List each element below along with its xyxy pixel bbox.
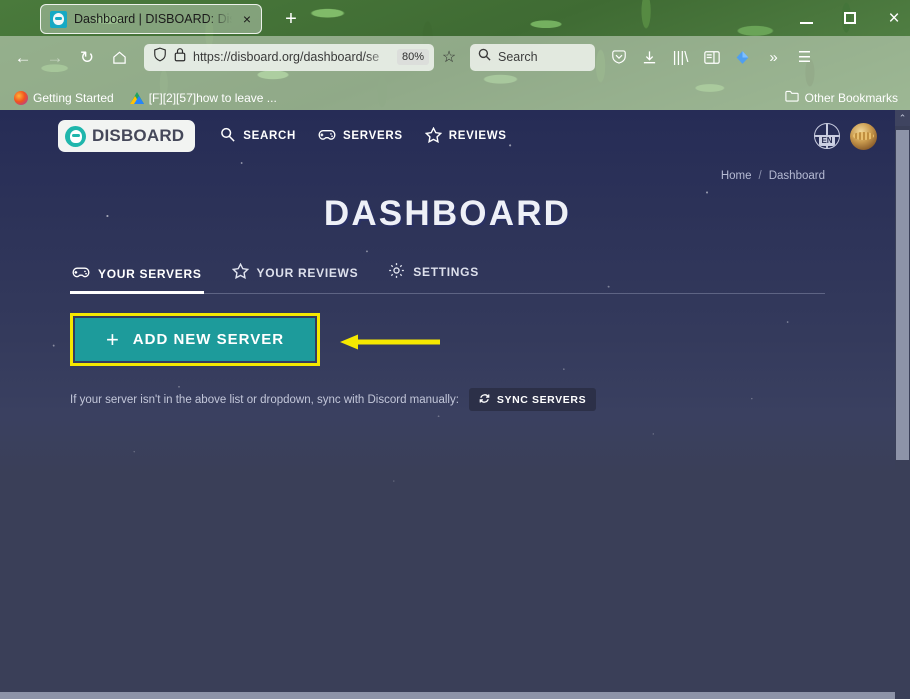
yellow-highlight-box: + ADD NEW SERVER [70,313,320,366]
nav-label: REVIEWS [448,130,507,142]
refresh-icon [479,393,490,406]
add-new-server-label: ADD NEW SERVER [132,331,285,348]
language-code: EN [819,135,835,146]
nav-link-servers[interactable]: SERVERS [309,122,412,151]
sidebar-icon[interactable] [698,44,725,71]
account-icon[interactable] [729,44,756,71]
folder-icon [784,90,799,105]
sync-note-text: If your server isn't in the above list o… [70,393,459,406]
browser-chrome: Dashboard | DISBOARD: Discor × + × ← → ↻ [0,0,910,110]
breadcrumb-separator: / [758,170,762,182]
tab-title: Dashboard | DISBOARD: Discor [74,12,232,26]
sync-servers-button[interactable]: SYNC SERVERS [468,388,597,411]
tab-your-reviews[interactable]: YOUR REVIEWS [230,259,361,294]
close-icon[interactable]: × [239,11,255,27]
browser-tab[interactable]: Dashboard | DISBOARD: Discor × [40,4,262,34]
forward-icon[interactable]: → [40,42,70,72]
page-title: DASHBOARD [323,194,572,233]
tab-settings[interactable]: SETTINGS [386,258,481,294]
page-viewport: DISBOARD SEARCH SERVERS REVIEWS EN Home … [0,110,910,699]
scrollbar-track[interactable] [895,126,910,699]
header-right-controls: EN [814,122,877,150]
add-new-server-button[interactable]: + ADD NEW SERVER [75,318,315,361]
bookmark-label: [F][2][57]how to leave ... [148,90,277,105]
breadcrumb-home[interactable]: Home [721,170,752,182]
bookmarks-bar: Getting Started [F][2][57]how to leave .… [0,85,910,110]
navigation-toolbar: ← → ↻ https://disboard.org/dashboard/se … [0,38,910,76]
url-text: https://disboard.org/dashboard/se [193,50,380,64]
sync-servers-row: If your server isn't in the above list o… [70,388,825,411]
yellow-arrow-pointing-left [340,331,440,353]
new-tab-button[interactable]: + [280,8,302,30]
tab-strip: Dashboard | DISBOARD: Discor × + [0,0,910,36]
search-bar[interactable]: Search [470,43,595,71]
magnifier-icon [220,127,236,146]
gear-icon [388,262,405,282]
star-icon [424,126,442,146]
home-icon[interactable] [104,42,134,72]
gamepad-icon [318,128,336,145]
tab-label: SETTINGS [413,265,479,279]
zoom-level-badge[interactable]: 80% [396,49,429,65]
breadcrumb-current: Dashboard [768,170,825,182]
back-icon[interactable]: ← [8,42,38,72]
dashboard-content: YOUR SERVERS YOUR REVIEWS SETTINGS + ADD… [0,258,895,411]
breadcrumb: Home / Dashboard [0,162,895,182]
site-main-nav: SEARCH SERVERS REVIEWS [211,121,515,152]
nav-link-search[interactable]: SEARCH [211,121,305,152]
disboard-dashboard-page: DISBOARD SEARCH SERVERS REVIEWS EN Home … [0,110,895,699]
bookmark-label: Getting Started [33,90,114,105]
tab-label: YOUR REVIEWS [256,265,359,280]
scrollbar-thumb[interactable] [896,130,909,460]
bookmark-star-icon[interactable]: ☆ [436,44,462,70]
tracking-protection-shield-icon[interactable] [153,47,167,67]
logo-text: DISBOARD [92,126,185,145]
horizontal-scrollbar[interactable] [0,692,895,699]
other-bookmarks-label: Other Bookmarks [804,90,898,105]
window-controls: × [796,8,904,28]
padlock-icon[interactable] [174,47,186,67]
scroll-up-arrow-icon[interactable]: ⌃ [895,110,910,126]
close-window-icon[interactable]: × [884,8,904,28]
minimize-icon[interactable] [796,8,816,28]
sync-servers-label: SYNC SERVERS [496,393,587,406]
nav-link-reviews[interactable]: REVIEWS [416,121,516,152]
user-avatar[interactable] [850,122,877,150]
gamepad-icon [72,266,90,282]
search-placeholder: Search [498,50,538,64]
tab-label: YOUR SERVERS [98,267,202,281]
pocket-icon[interactable] [605,44,632,71]
library-icon[interactable]: |||\ [667,44,694,71]
overflow-icon[interactable]: » [760,44,787,71]
nav-label: SEARCH [243,130,297,142]
address-bar[interactable]: https://disboard.org/dashboard/se 80% [144,43,434,71]
maximize-icon[interactable] [840,8,860,28]
google-drive-icon [129,91,144,104]
vertical-scrollbar[interactable]: ⌃ [895,110,910,699]
disboard-logo[interactable]: DISBOARD [58,120,196,152]
search-icon [478,48,491,66]
other-bookmarks-button[interactable]: Other Bookmarks [784,90,902,105]
add-server-row: + ADD NEW SERVER [70,313,825,366]
tab-your-servers[interactable]: YOUR SERVERS [70,262,204,294]
downloads-icon[interactable] [636,44,663,71]
reload-icon[interactable]: ↻ [72,42,102,72]
disboard-mascot-icon [65,125,86,147]
firefox-icon [14,90,28,105]
plus-icon: + [105,326,120,352]
dashboard-tabs: YOUR SERVERS YOUR REVIEWS SETTINGS [70,258,825,294]
nav-label: SERVERS [343,130,403,142]
toolbar-icons: |||\ » ☰ [605,44,818,71]
disboard-favicon [50,10,67,28]
bookmark-getting-started[interactable]: Getting Started [8,89,120,107]
star-icon [231,262,249,282]
bookmark-how-to-leave[interactable]: [F][2][57]how to leave ... [124,89,283,107]
app-menu-icon[interactable]: ☰ [791,44,818,71]
globe-icon[interactable]: EN [814,123,840,149]
site-header: DISBOARD SEARCH SERVERS REVIEWS EN [0,110,895,162]
